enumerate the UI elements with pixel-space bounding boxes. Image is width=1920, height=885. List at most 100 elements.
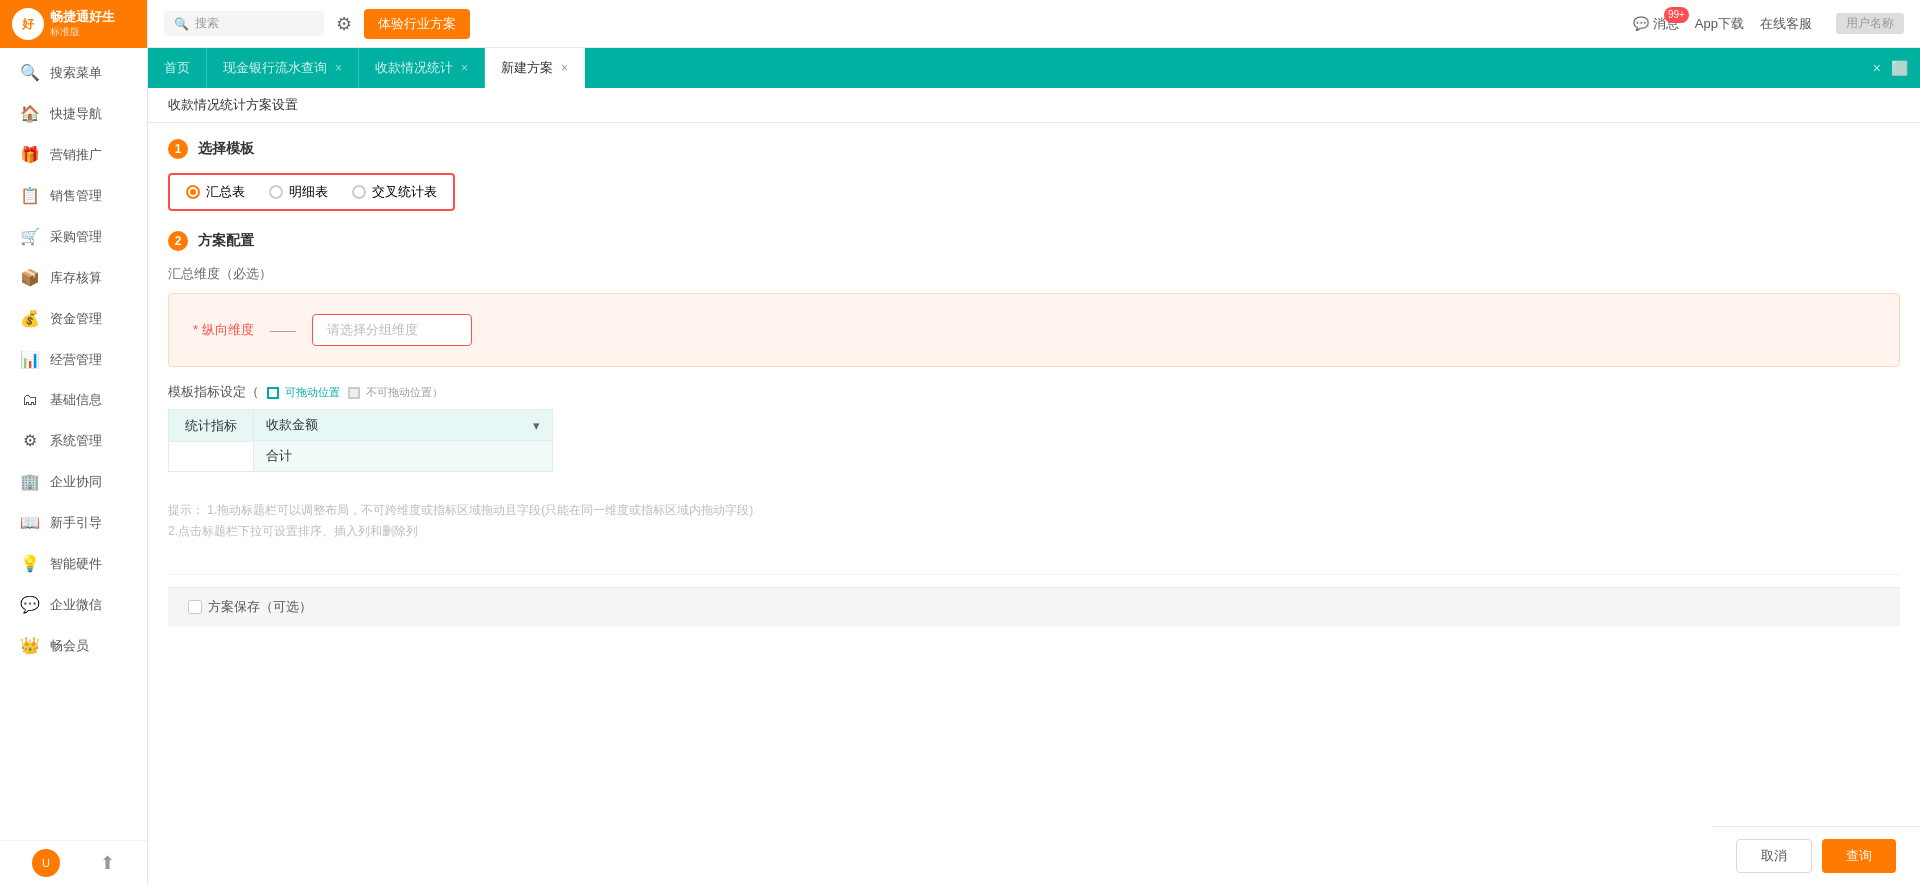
- tab-bank-label: 现金银行流水查询: [223, 59, 327, 77]
- nav-icon-sales: 📋: [20, 186, 40, 205]
- nav-label-guide: 新手引导: [50, 514, 102, 532]
- radio-summary-label: 汇总表: [206, 183, 245, 201]
- nav-icon-search: 🔍: [20, 63, 40, 82]
- nav-label-hardware: 智能硬件: [50, 555, 102, 573]
- logo-icon: 好: [12, 8, 44, 40]
- sidebar-item-company[interactable]: 🏢 企业协同: [0, 461, 147, 502]
- avatar[interactable]: U: [32, 849, 60, 877]
- nav-label-inventory: 库存核算: [50, 269, 102, 287]
- tab-collection-close[interactable]: ×: [461, 61, 468, 75]
- logo-text: 畅捷通好生: [50, 9, 115, 25]
- gear-icon[interactable]: ⚙: [336, 13, 352, 35]
- dimension-area: * 纵向维度 —— 请选择分组维度: [168, 293, 1900, 367]
- topbar: 🔍 搜索 ⚙ 体验行业方案 💬 消息 99+ App下载 在线客服 用户名称: [148, 0, 1920, 48]
- sidebar-item-operations[interactable]: 📊经营管理: [0, 339, 147, 380]
- radio-summary[interactable]: 汇总表: [186, 183, 245, 201]
- tab-new-plan-label: 新建方案: [501, 59, 553, 77]
- step2-label: 方案配置: [198, 232, 254, 250]
- metrics-title-text: 模板指标设定（: [168, 383, 259, 401]
- stats-label-text: 统计指标: [185, 417, 237, 435]
- notification-area[interactable]: 💬 消息 99+: [1633, 15, 1679, 33]
- nav-label-system: 系统管理: [50, 432, 102, 450]
- sidebar-item-sales[interactable]: 📋 销售管理: [0, 175, 147, 216]
- tab-home[interactable]: 首页: [148, 48, 207, 88]
- radio-cross[interactable]: 交叉统计表: [352, 183, 437, 201]
- nav-icon-marketing: 🎁: [20, 145, 40, 164]
- save-checkbox-label[interactable]: 方案保存（可选）: [188, 598, 312, 616]
- bottom-icon1[interactable]: ⬆: [100, 852, 115, 874]
- save-checkbox-text: 方案保存（可选）: [208, 598, 312, 616]
- sidebar-item-purchase[interactable]: 🛒 采购管理: [0, 216, 147, 257]
- nav-label-purchase: 采购管理: [50, 228, 102, 246]
- query-button[interactable]: 查询: [1822, 839, 1896, 873]
- sidebar-item-member[interactable]: 👑畅会员: [0, 625, 147, 666]
- radio-cross-circle: [352, 185, 366, 199]
- metrics-header[interactable]: 收款金额 ▾: [254, 410, 552, 441]
- notification-badge: 99+: [1664, 7, 1689, 23]
- nav-label-company: 企业协同: [50, 473, 102, 491]
- tab-bank[interactable]: 现金银行流水查询 ×: [207, 48, 359, 88]
- nav-label-sales: 销售管理: [50, 187, 102, 205]
- step1-section: 1 选择模板 汇总表 明细表: [168, 139, 1900, 211]
- sidebar-item-finance[interactable]: 💰资金管理: [0, 298, 147, 339]
- nav-label-operations: 经营管理: [50, 351, 102, 369]
- nav-label-basic: 基础信息: [50, 391, 102, 409]
- sidebar-item-search[interactable]: 🔍搜索菜单: [0, 52, 147, 93]
- radio-detail[interactable]: 明细表: [269, 183, 328, 201]
- nav-label-marketing: 营销推广: [50, 146, 102, 164]
- metrics-table: 收款金额 ▾ 合计: [253, 409, 553, 472]
- nav-label-finance: 资金管理: [50, 310, 102, 328]
- nav-icon-purchase: 🛒: [20, 227, 40, 246]
- tab-new-plan[interactable]: 新建方案 ×: [485, 48, 585, 88]
- hint-line-2: 2.点击标题栏下拉可设置排序、插入列和删除列: [168, 523, 1900, 540]
- search-input-area[interactable]: 🔍 搜索: [164, 11, 324, 36]
- draggable-indicator: 可拖动位置: [267, 385, 340, 400]
- sidebar-item-system[interactable]: ⚙系统管理: [0, 420, 147, 461]
- logo-area: 好 畅捷通好生 标准版: [0, 0, 147, 48]
- close-window-icon[interactable]: ×: [1873, 60, 1881, 76]
- save-checkbox-box[interactable]: [188, 600, 202, 614]
- nav-icon-company: 🏢: [20, 472, 40, 491]
- sidebar-item-guide[interactable]: 📖新手引导: [0, 502, 147, 543]
- window-buttons: × ⬜: [1861, 60, 1920, 76]
- maximize-icon[interactable]: ⬜: [1891, 60, 1908, 76]
- trial-button[interactable]: 体验行业方案: [364, 9, 470, 39]
- step1-number: 1: [168, 139, 188, 159]
- sidebar-item-wechat[interactable]: 💬企业微信: [0, 584, 147, 625]
- tab-collection[interactable]: 收款情况统计 ×: [359, 48, 485, 88]
- tab-collection-label: 收款情况统计: [375, 59, 453, 77]
- tab-bank-close[interactable]: ×: [335, 61, 342, 75]
- nav-label-nav: 快捷导航: [50, 105, 102, 123]
- step2-header: 2 方案配置: [168, 231, 1900, 251]
- tab-home-label: 首页: [164, 59, 190, 77]
- template-options: 汇总表 明细表 交叉统计表: [168, 173, 455, 211]
- form-area: 1 选择模板 汇总表 明细表: [148, 123, 1920, 885]
- search-icon: 🔍: [174, 17, 189, 31]
- metrics-dropdown-icon[interactable]: ▾: [533, 418, 540, 433]
- nav-icon-basic: 🗂: [20, 391, 40, 409]
- dimension-select[interactable]: 请选择分组维度: [312, 314, 472, 346]
- sidebar-item-marketing[interactable]: 🎁 营销推广: [0, 134, 147, 175]
- arrow: ——: [270, 323, 296, 338]
- step1-header: 1 选择模板: [168, 139, 1900, 159]
- tab-new-plan-close[interactable]: ×: [561, 61, 568, 75]
- vertical-dimension-label: * 纵向维度: [193, 321, 254, 339]
- metrics-row-label: 合计: [266, 448, 292, 463]
- search-placeholder: 搜索: [195, 15, 219, 32]
- save-option-area: 方案保存（可选）: [168, 587, 1900, 626]
- step2-number: 2: [168, 231, 188, 251]
- cancel-button[interactable]: 取消: [1736, 839, 1812, 873]
- footer-buttons: 取消 查询: [1712, 826, 1920, 885]
- logo-sub: 标准版: [50, 25, 115, 39]
- service-link[interactable]: 在线客服: [1760, 15, 1812, 33]
- main-area: 🔍 搜索 ⚙ 体验行业方案 💬 消息 99+ App下载 在线客服 用户名称 首…: [148, 0, 1920, 885]
- sidebar-item-nav[interactable]: 🏠快捷导航: [0, 93, 147, 134]
- radio-cross-label: 交叉统计表: [372, 183, 437, 201]
- radio-summary-circle: [186, 185, 200, 199]
- download-link[interactable]: App下载: [1695, 15, 1744, 33]
- sidebar-item-hardware[interactable]: 💡智能硬件: [0, 543, 147, 584]
- sidebar-item-inventory[interactable]: 📦库存核算: [0, 257, 147, 298]
- non-draggable-tag-text: 不可拖动位置）: [366, 386, 443, 398]
- sidebar-item-basic[interactable]: 🗂 基础信息: [0, 380, 147, 420]
- metrics-column-header: 收款金额: [266, 416, 318, 434]
